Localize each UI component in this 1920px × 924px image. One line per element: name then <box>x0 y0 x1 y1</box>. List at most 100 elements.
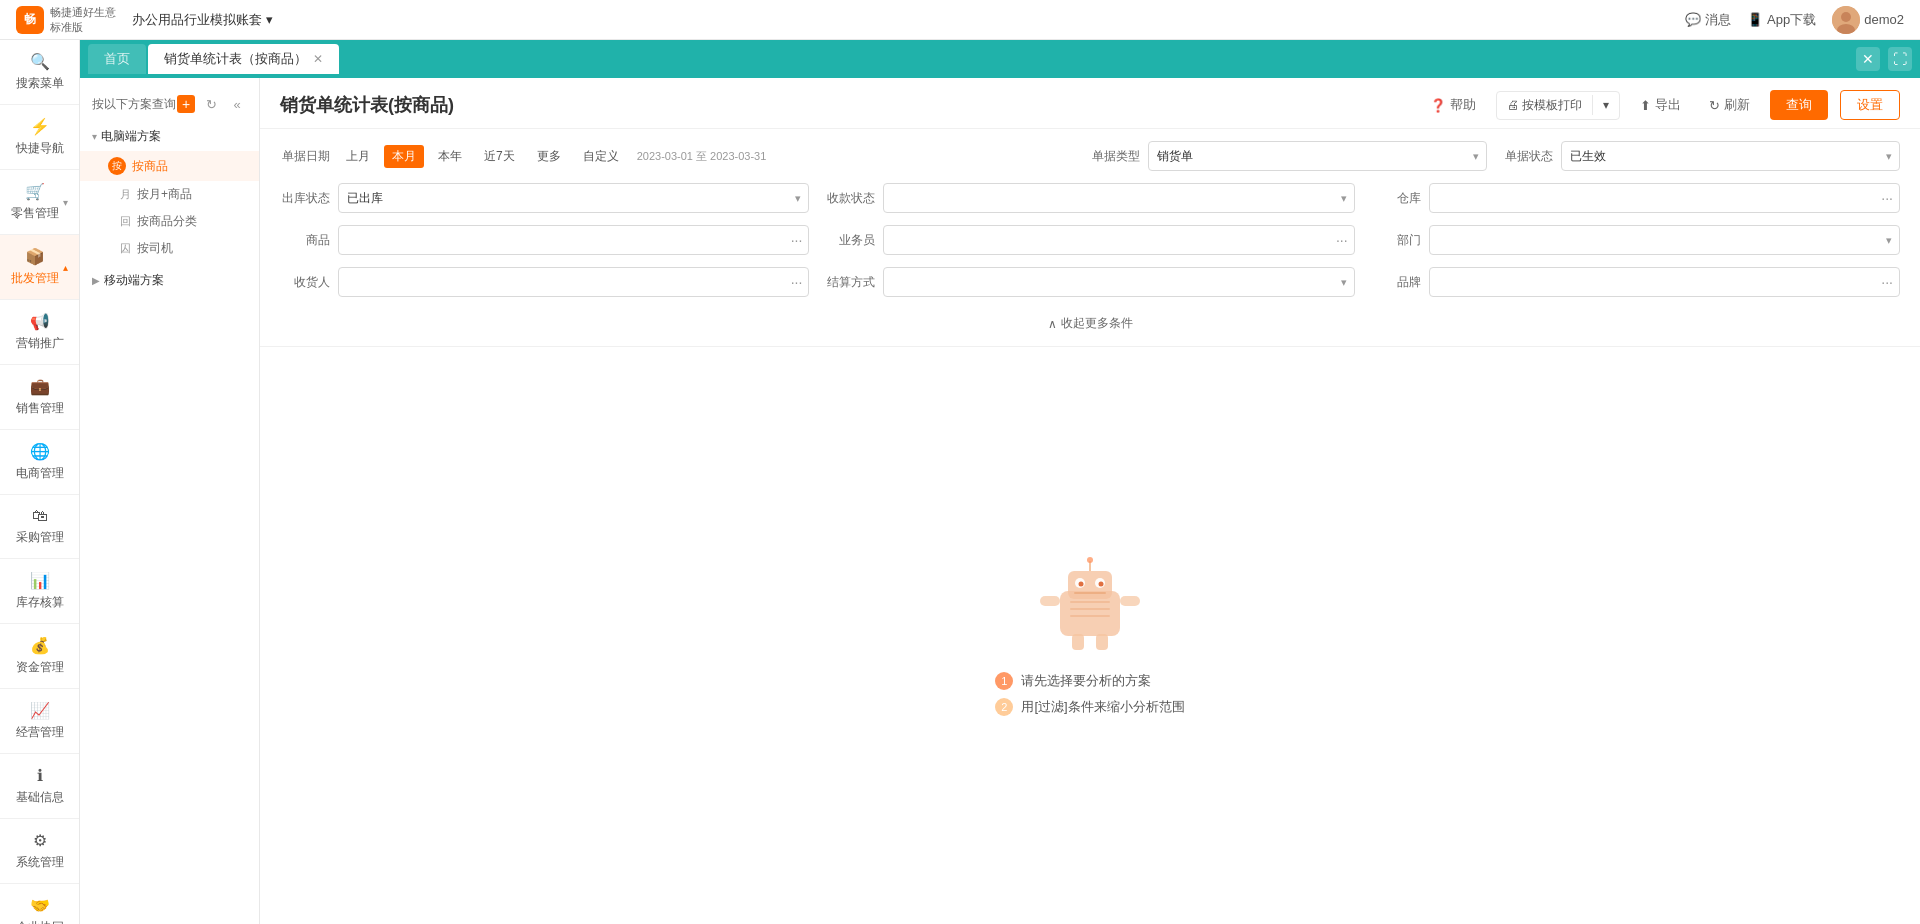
sidebar-item-search-menu[interactable]: 🔍 搜索菜单 <box>0 40 79 105</box>
sidebar-item-label: 销售管理 <box>16 400 64 417</box>
page-header-actions: ❓ 帮助 🖨 按模板打印 ▾ ⬆ <box>1422 90 1900 120</box>
sidebar-item-purchase[interactable]: 🛍 采购管理 <box>0 495 79 559</box>
ecommerce-icon: 🌐 <box>30 442 50 461</box>
refresh-scheme-btn[interactable]: ↻ <box>201 94 221 114</box>
date-filter-section: 上月 本月 本年 近7天 更多 自定义 2023-03-01 至 2023-03… <box>338 145 1074 168</box>
print-btn-group: 🖨 按模板打印 ▾ <box>1496 91 1620 120</box>
doc-type-label: 单据类型 <box>1090 148 1140 165</box>
date-tab-custom[interactable]: 自定义 <box>575 145 627 168</box>
content-area: 按以下方案查询 + ↻ « ▾ 电脑端方案 按 按商品 <box>80 78 1920 924</box>
refresh-label: 刷新 <box>1724 96 1750 114</box>
basic-icon: ℹ <box>37 766 43 785</box>
warehouse-dots-btn[interactable]: ··· <box>1881 190 1893 206</box>
dept-select[interactable] <box>1429 225 1900 255</box>
print-dropdown-btn[interactable]: ▾ <box>1593 93 1619 117</box>
svg-point-7 <box>1079 581 1084 586</box>
left-panel: 按以下方案查询 + ↻ « ▾ 电脑端方案 按 按商品 <box>80 78 260 924</box>
receiver-dots-btn[interactable]: ··· <box>791 274 803 290</box>
date-tab-more[interactable]: 更多 <box>529 145 569 168</box>
sidebar-item-finance[interactable]: 💰 资金管理 <box>0 624 79 689</box>
sidebar-item-retail[interactable]: 🛒 零售管理 ▾ <box>0 170 79 235</box>
page-header: 销货单统计表(按商品) ❓ 帮助 🖨 按模板打印 ▾ <box>260 78 1920 129</box>
sidebar-item-inventory[interactable]: 📊 库存核算 <box>0 559 79 624</box>
sidebar-item-basic[interactable]: ℹ 基础信息 <box>0 754 79 819</box>
date-tab-7-days[interactable]: 近7天 <box>476 145 523 168</box>
sidebar-item-quick-nav[interactable]: ⚡ 快捷导航 <box>0 105 79 170</box>
doc-type-select[interactable]: 销货单 <box>1148 141 1487 171</box>
export-btn[interactable]: ⬆ 导出 <box>1632 92 1689 118</box>
pc-scheme-group-header[interactable]: ▾ 电脑端方案 <box>80 122 259 151</box>
user-profile[interactable]: demo2 <box>1832 6 1904 34</box>
sidebar-item-system[interactable]: ⚙ 系统管理 <box>0 819 79 884</box>
sidebar-item-enterprise[interactable]: 🤝 企业协同 <box>0 884 79 924</box>
nav-dropdown[interactable]: 办公用品行业模拟账套 ▾ <box>124 7 281 33</box>
window-close-btn[interactable]: ✕ <box>1856 47 1880 71</box>
date-tab-this-month[interactable]: 本月 <box>384 145 424 168</box>
brand-label: 品牌 <box>1371 274 1421 291</box>
brand-input-wrapper[interactable]: ··· <box>1429 267 1900 297</box>
top-bar: 畅 畅捷通好生意 标准版 办公用品行业模拟账套 ▾ 💬 消息 📱 App下载 <box>0 0 1920 40</box>
brand-dots-btn[interactable]: ··· <box>1881 274 1893 290</box>
warehouse-label: 仓库 <box>1371 190 1421 207</box>
warehouse-input-wrapper[interactable]: ··· <box>1429 183 1900 213</box>
date-tab-this-year[interactable]: 本年 <box>430 145 470 168</box>
empty-step-2-text: 用[过滤]条件来缩小分析范围 <box>1021 698 1184 716</box>
mobile-scheme-group-header[interactable]: ▶ 移动端方案 <box>80 266 259 295</box>
dept-select-wrapper <box>1429 225 1900 255</box>
scheme-item-by-month-product[interactable]: 月 按月+商品 <box>80 181 259 208</box>
product-filter-item: 商品 ··· <box>280 225 809 255</box>
app-download-btn[interactable]: 📱 App下载 <box>1747 11 1816 29</box>
doc-status-select[interactable]: 已生效 <box>1561 141 1900 171</box>
mobile-scheme-group-label: 移动端方案 <box>104 272 164 289</box>
collapse-panel-btn[interactable]: « <box>227 94 247 114</box>
scheme-item-by-category[interactable]: 回 按商品分类 <box>80 208 259 235</box>
receiver-input-wrapper[interactable]: ··· <box>338 267 809 297</box>
main-wrapper: 🔍 搜索菜单 ⚡ 快捷导航 🛒 零售管理 ▾ 📦 批发管理 ▴ 📢 营销推广 <box>0 40 1920 924</box>
svg-rect-12 <box>1070 615 1110 617</box>
sidebar-item-wholesale[interactable]: 📦 批发管理 ▴ <box>0 235 79 300</box>
outbound-select[interactable]: 已出库 <box>338 183 809 213</box>
product-dots-btn[interactable]: ··· <box>791 232 803 248</box>
scheme-item-by-category-label: 按商品分类 <box>137 213 197 230</box>
help-label: 帮助 <box>1450 96 1476 114</box>
svg-rect-9 <box>1074 592 1106 594</box>
print-template-btn[interactable]: 🖨 按模板打印 <box>1497 92 1592 119</box>
sidebar-item-ecommerce[interactable]: 🌐 电商管理 <box>0 430 79 495</box>
tab-sales-stat[interactable]: 销货单统计表（按商品） ✕ <box>148 44 339 74</box>
scheme-item-by-product[interactable]: 按 按商品 <box>80 151 259 181</box>
add-scheme-btn[interactable]: + <box>177 95 195 113</box>
help-icon: ❓ <box>1430 98 1446 113</box>
settlement-select[interactable] <box>883 267 1354 297</box>
receipt-status-select-wrapper <box>883 183 1354 213</box>
empty-illustration <box>1030 556 1150 656</box>
product-input-wrapper[interactable]: ··· <box>338 225 809 255</box>
message-btn[interactable]: 💬 消息 <box>1685 11 1731 29</box>
top-bar-right: 💬 消息 📱 App下载 demo2 <box>1685 6 1904 34</box>
help-btn[interactable]: ❓ 帮助 <box>1422 92 1484 118</box>
window-maximize-btn[interactable]: ⛶ <box>1888 47 1912 71</box>
sidebar-item-label: 采购管理 <box>16 529 64 546</box>
wholesale-icon: 📦 <box>25 247 45 266</box>
refresh-btn[interactable]: ↻ 刷新 <box>1701 92 1758 118</box>
scheme-item-by-cashier[interactable]: 囚 按司机 <box>80 235 259 262</box>
salesman-input-wrapper[interactable]: ··· <box>883 225 1354 255</box>
system-icon: ⚙ <box>33 831 47 850</box>
sidebar-item-operations[interactable]: 📈 经营管理 <box>0 689 79 754</box>
tab-home[interactable]: 首页 <box>88 44 146 74</box>
receipt-status-select[interactable] <box>883 183 1354 213</box>
salesman-filter-item: 业务员 ··· <box>825 225 1354 255</box>
scheme-item-by-product-icon: 按 <box>108 157 126 175</box>
empty-step-1-text: 请先选择要分析的方案 <box>1021 672 1151 690</box>
logo-area: 畅 畅捷通好生意 标准版 <box>16 5 116 34</box>
doc-status-filter-item: 单据状态 已生效 <box>1503 141 1900 171</box>
sidebar-item-sales[interactable]: 💼 销售管理 <box>0 365 79 430</box>
date-tab-last-month[interactable]: 上月 <box>338 145 378 168</box>
tab-close-btn[interactable]: ✕ <box>313 52 323 66</box>
collapse-row[interactable]: ∧ 收起更多条件 <box>280 309 1900 334</box>
query-btn[interactable]: 查询 <box>1770 90 1828 120</box>
settings-btn[interactable]: 设置 <box>1840 90 1900 120</box>
finance-icon: 💰 <box>30 636 50 655</box>
sidebar-item-marketing[interactable]: 📢 营销推广 <box>0 300 79 365</box>
salesman-dots-btn[interactable]: ··· <box>1336 232 1348 248</box>
scheme-item-by-cashier-label: 按司机 <box>137 240 173 257</box>
